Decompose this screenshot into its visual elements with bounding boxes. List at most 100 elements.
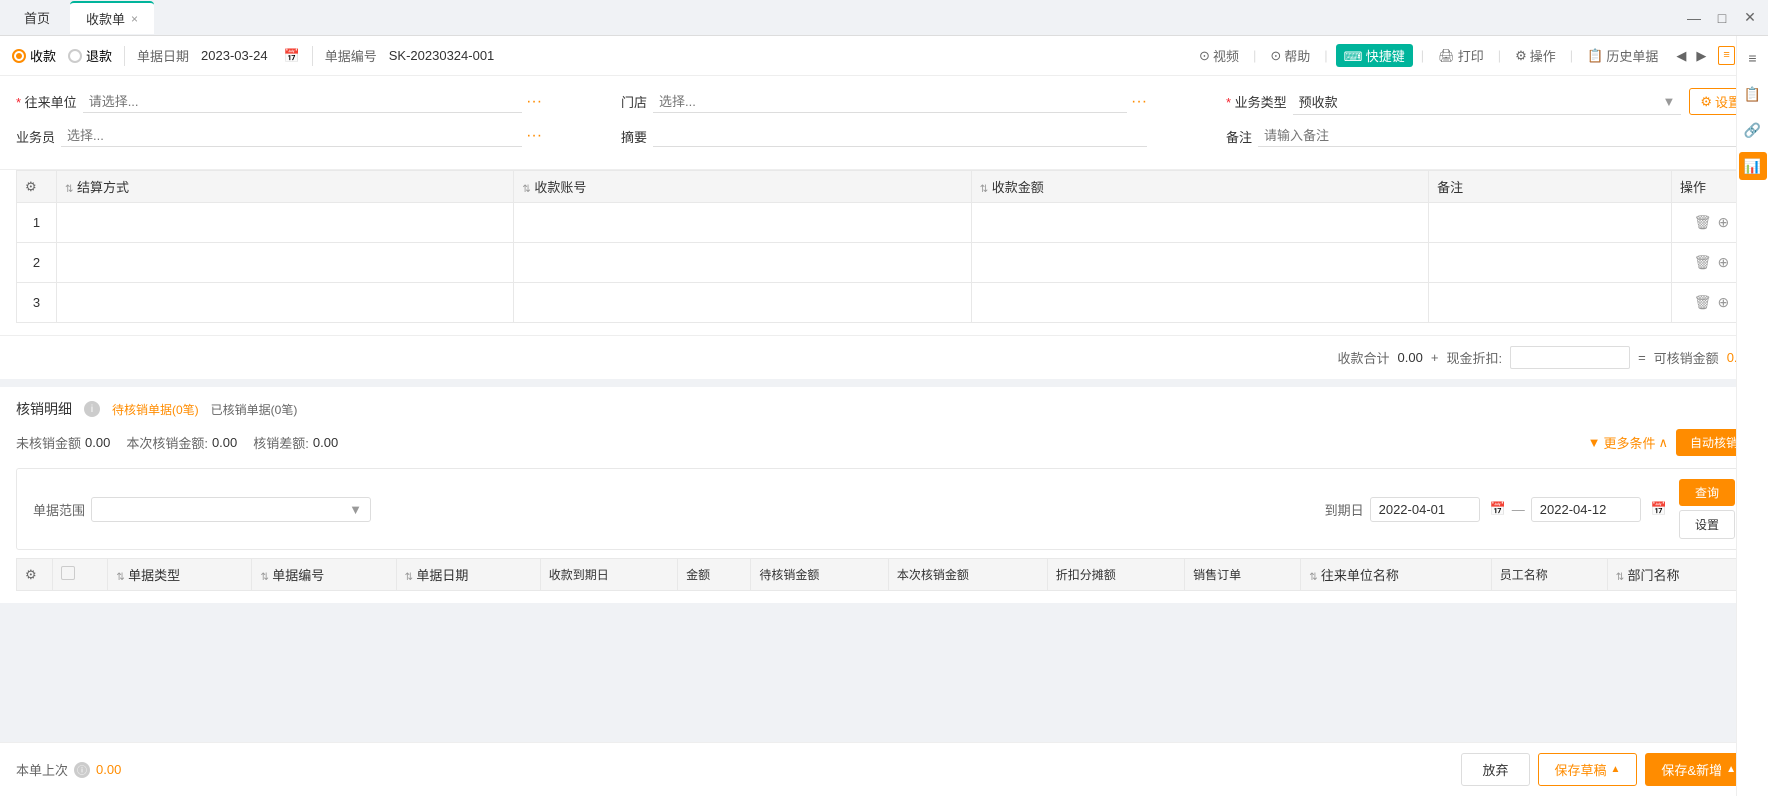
save-draft-arrow-icon: ▲ [1611, 764, 1621, 775]
tab-close-icon[interactable]: × [131, 12, 138, 26]
discard-button[interactable]: 放弃 [1461, 753, 1529, 786]
more-filter-button[interactable]: ▼ 更多条件 ∧ [1588, 433, 1668, 452]
query-button[interactable]: 查询 [1679, 479, 1735, 506]
radio-collection[interactable]: 收款 [12, 46, 56, 65]
tab-active[interactable]: 收款单 × [70, 1, 154, 34]
due-date-label: 到期日 [1325, 500, 1364, 519]
help-button[interactable]: ⊙ 帮助 [1264, 44, 1316, 67]
partner-field: 往来单位 ··· [16, 91, 542, 113]
detail-table-gear-icon[interactable]: ⚙ [25, 567, 37, 582]
range-select[interactable]: ▼ [91, 497, 371, 522]
sort-doc-type: ⇅ [116, 572, 124, 583]
th-pending-amount: 待核销金额 [751, 559, 888, 591]
range-field: 单据范围 ▼ [33, 497, 1313, 522]
sort-icon: ⇅ [65, 184, 73, 195]
row-amount-1[interactable] [971, 203, 1428, 243]
partner-more-icon[interactable]: ··· [526, 93, 542, 111]
table-gear-icon[interactable]: ⚙ [25, 179, 37, 194]
list-view-button[interactable]: ≡ [1718, 46, 1734, 65]
row-amount-2[interactable] [971, 243, 1428, 283]
discount-input[interactable] [1510, 346, 1630, 369]
row-amount-3[interactable] [971, 283, 1428, 323]
row-remark-3[interactable] [1429, 283, 1672, 323]
delete-icon-1[interactable]: 🗑 [1694, 214, 1712, 231]
store-more-icon[interactable]: ··· [1131, 93, 1147, 111]
video-button[interactable]: ⊙ 视频 [1193, 44, 1245, 67]
th-amount: ⇅ 收款金额 [971, 171, 1428, 203]
store-field: 门店 ··· [621, 91, 1147, 113]
minimize-button[interactable]: — [1684, 8, 1704, 28]
salesperson-input[interactable] [61, 125, 522, 147]
th-doc-date: ⇅ 单据日期 [396, 559, 540, 591]
sidebar-active-icon[interactable]: 📊 [1739, 152, 1767, 180]
row-remark-1[interactable] [1429, 203, 1672, 243]
sep-3: | [1421, 48, 1424, 63]
date-from-icon[interactable]: 📅 [1490, 501, 1506, 517]
summary-field: 摘要 [621, 125, 1147, 147]
filter-actions: 查询 设置 [1679, 479, 1735, 539]
row-no-3: 3 [17, 283, 57, 323]
th-doc-type: ⇅ 单据类型 [108, 559, 252, 591]
save-draft-button[interactable]: 保存草稿 ▲ [1538, 753, 1638, 786]
sort-icon-2: ⇅ [522, 184, 530, 195]
sidebar-table-icon[interactable]: ≡ [1739, 44, 1767, 72]
print-button[interactable]: 🖨 打印 [1432, 44, 1490, 67]
sidebar-doc-icon[interactable]: 📋 [1739, 80, 1767, 108]
th-gear[interactable]: ⚙ [17, 171, 57, 203]
date-to-icon[interactable]: 📅 [1651, 501, 1667, 517]
prev-value: 0.00 [96, 762, 121, 777]
row-settlement-1[interactable] [57, 203, 514, 243]
history-button[interactable]: 📋 历史单据 [1581, 44, 1664, 67]
select-all-checkbox[interactable] [61, 566, 75, 580]
tab-done[interactable]: 已核销单据(0笔) [211, 401, 298, 418]
close-button[interactable]: ✕ [1740, 8, 1760, 28]
date-calendar-icon[interactable]: 📅 [284, 48, 300, 64]
equals-symbol: = [1638, 350, 1646, 365]
shortcut-button[interactable]: ⌨ 快捷键 [1336, 44, 1413, 67]
sidebar-link-icon[interactable]: 🔗 [1739, 116, 1767, 144]
delete-icon-2[interactable]: 🗑 [1694, 254, 1712, 271]
row-settlement-3[interactable] [57, 283, 514, 323]
action-buttons-2: 🗑 ⊕ [1680, 254, 1743, 271]
divider-1 [124, 46, 125, 66]
delete-icon-3[interactable]: 🗑 [1694, 294, 1712, 311]
filter-setting-button[interactable]: 设置 [1679, 510, 1735, 539]
remark-input[interactable] [1258, 125, 1752, 147]
stat-right: ▼ 更多条件 ∧ 自动核销 [1588, 429, 1752, 456]
copy-icon-1[interactable]: ⊕ [1718, 214, 1730, 231]
row-remark-2[interactable] [1429, 243, 1672, 283]
copy-icon-3[interactable]: ⊕ [1718, 294, 1730, 311]
next-arrow[interactable]: ▶ [1692, 46, 1710, 66]
row-account-3[interactable] [514, 283, 971, 323]
print-icon: 🖨 [1438, 48, 1455, 64]
row-account-2[interactable] [514, 243, 971, 283]
biz-type-label: 业务类型 [1226, 92, 1287, 111]
biz-type-dropdown-icon[interactable]: ▼ [1662, 94, 1675, 109]
maximize-button[interactable]: □ [1712, 8, 1732, 28]
row-account-1[interactable] [514, 203, 971, 243]
form-row-1: 往来单位 ··· 门店 ··· 业务类型 预收款 ▼ ⚙ 设置 [16, 88, 1752, 115]
th-detail-checkbox[interactable] [53, 559, 108, 591]
radio-refund[interactable]: 退款 [68, 46, 112, 65]
stat-current: 本次核销金额: 0.00 [126, 433, 237, 452]
copy-icon-2[interactable]: ⊕ [1718, 254, 1730, 271]
row-settlement-2[interactable] [57, 243, 514, 283]
divider-2 [312, 46, 313, 66]
reconcile-info-icon[interactable]: i [84, 401, 100, 417]
date-to-input[interactable] [1531, 497, 1641, 522]
date-dash: — [1512, 502, 1525, 517]
biz-type-select[interactable]: 预收款 ▼ [1293, 89, 1682, 115]
tab-pending[interactable]: 待核销单据(0笔) [112, 401, 199, 418]
date-from-input[interactable] [1370, 497, 1480, 522]
partner-input[interactable] [83, 91, 522, 113]
store-input[interactable] [653, 91, 1127, 113]
operation-button[interactable]: ⚙ 操作 [1509, 44, 1562, 67]
prev-arrow[interactable]: ◀ [1672, 46, 1690, 66]
current-label: 本次核销金额: [126, 433, 208, 452]
th-checkbox[interactable]: ⚙ [17, 559, 53, 591]
bottom-info-icon[interactable]: ⓘ [74, 762, 90, 778]
date-value: 2023-03-24 [201, 48, 268, 63]
tab-home[interactable]: 首页 [8, 2, 66, 33]
summary-input[interactable] [653, 125, 1147, 147]
salesperson-more-icon[interactable]: ··· [526, 127, 542, 145]
